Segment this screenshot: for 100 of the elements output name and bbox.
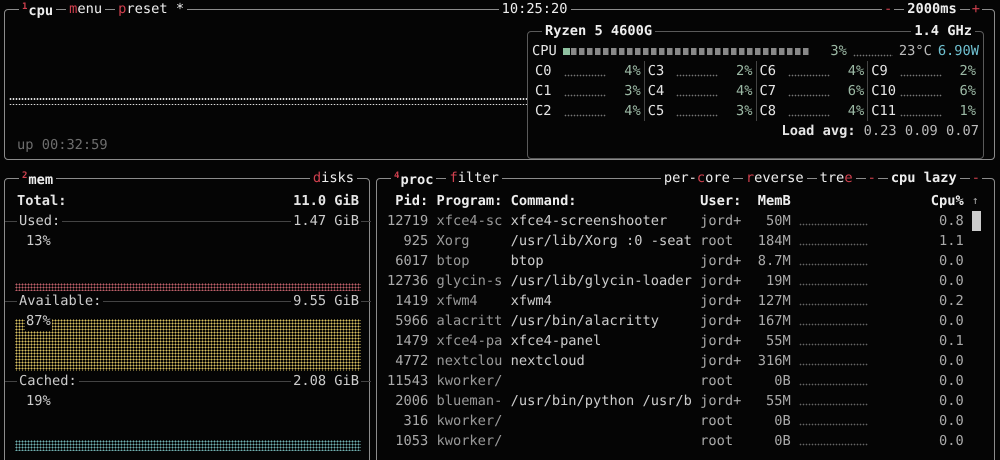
cpu-percent: 3% bbox=[829, 42, 847, 61]
cpu-cell-text: 0.8 bbox=[938, 212, 964, 231]
cpu-label: CPU bbox=[532, 42, 557, 61]
memory-cell-text: 8.7M bbox=[756, 252, 791, 271]
column-header[interactable]: Command: bbox=[510, 191, 692, 211]
cpu-sparkline bbox=[798, 303, 868, 306]
core-label: C9 bbox=[871, 62, 889, 81]
scrollbar-thumb[interactable] bbox=[972, 211, 981, 231]
column-header[interactable]: Program: bbox=[436, 191, 502, 211]
cpu-sparkline bbox=[852, 54, 893, 57]
core-percent: 3% bbox=[735, 102, 752, 121]
core-sparkline bbox=[564, 74, 606, 77]
user-cell-text: jord+ bbox=[700, 312, 742, 331]
core-label: C6 bbox=[760, 62, 777, 81]
memory-cell-text: 184M bbox=[756, 232, 791, 251]
memory-cell-text: 0B bbox=[773, 372, 791, 391]
column-header[interactable]: Cpu% bbox=[922, 191, 964, 211]
cpu-sparkline bbox=[798, 383, 868, 386]
pid-cell-text: 12736 bbox=[387, 272, 428, 291]
core-percent: 6% bbox=[958, 82, 976, 101]
user-cell-text: root bbox=[700, 232, 734, 251]
user-cell-text: jord+ bbox=[700, 352, 742, 371]
cpu-sparkline bbox=[798, 263, 868, 266]
cpu-power: 6.90W bbox=[938, 42, 980, 61]
program-cell-text: kworker/ bbox=[436, 412, 502, 431]
cpu-cell-text: 0.0 bbox=[938, 392, 964, 411]
memory-cell-text: 50M bbox=[765, 212, 791, 231]
program-cell-text: xfce4-pa bbox=[436, 332, 502, 351]
cpu-cell-text: 0.0 bbox=[938, 252, 964, 271]
command-cell-text: /usr/bin/python /usr/b bbox=[510, 392, 692, 411]
command-cell-text: /usr/bin/alacritty bbox=[510, 312, 660, 331]
cpu-cell-text: 0.0 bbox=[938, 412, 964, 431]
command-cell-text: nextcloud bbox=[510, 352, 586, 371]
core-label: C2 bbox=[535, 102, 552, 121]
core-label: C8 bbox=[760, 102, 777, 121]
memory-cell-text: 316M bbox=[756, 352, 791, 371]
sort-arrow-icon: ↑ bbox=[972, 191, 984, 211]
core-percent: 2% bbox=[958, 62, 976, 81]
cpu-sparkline bbox=[798, 443, 868, 446]
column-header[interactable]: Pid: bbox=[387, 191, 428, 211]
core-sparkline bbox=[564, 114, 606, 117]
cpu-cell-text: 0.0 bbox=[938, 352, 964, 371]
total-value: 11.0 GiB bbox=[293, 192, 360, 211]
command-cell-text: /usr/lib/glycin-loader bbox=[510, 272, 692, 291]
cpu-sparkline bbox=[798, 243, 868, 246]
user-cell-text: root bbox=[700, 372, 734, 391]
core-sparkline bbox=[788, 74, 830, 77]
cpu-temperature: 23°C bbox=[898, 42, 932, 61]
core-label: C1 bbox=[535, 82, 552, 101]
pid-cell-text: 4772 bbox=[394, 352, 428, 371]
core-sparkline bbox=[788, 114, 830, 117]
cpu-sparkline bbox=[798, 363, 868, 366]
program-cell-text: kworker/ bbox=[436, 372, 502, 391]
pid-cell-text: 925 bbox=[402, 232, 428, 251]
core-label: C11 bbox=[871, 102, 896, 121]
memory-cell-text: 0B bbox=[773, 412, 791, 431]
memory-cell-text: 167M bbox=[756, 312, 791, 331]
program-cell-text: alacritt bbox=[436, 312, 502, 331]
column-header[interactable]: User: bbox=[700, 191, 742, 211]
program-cell-text: xfwm4 bbox=[436, 292, 479, 311]
core-percent: 1% bbox=[958, 102, 976, 121]
core-percent: 4% bbox=[623, 102, 641, 121]
core-sparkline bbox=[900, 114, 942, 117]
command-cell-text: btop bbox=[510, 252, 545, 271]
column-header[interactable]: MemB bbox=[750, 191, 791, 211]
core-sparkline bbox=[676, 114, 718, 117]
cpu-sparkline bbox=[798, 283, 868, 286]
memory-cell-text: 127M bbox=[756, 292, 791, 311]
program-cell-text: btop bbox=[436, 252, 470, 271]
core-sparkline bbox=[676, 94, 718, 97]
program-cell-text: kworker/ bbox=[436, 432, 502, 451]
memory-cell-text: 55M bbox=[765, 332, 791, 351]
core-percent: 4% bbox=[846, 102, 864, 121]
core-sparkline bbox=[676, 74, 718, 77]
cpu-tab[interactable]: $^{1}$ cpu bbox=[19, 0, 56, 21]
cpu-cell-text: 0.2 bbox=[938, 292, 964, 311]
load-avg-values: 0.23 0.09 0.07 bbox=[864, 122, 979, 141]
program-cell-text: nextclou bbox=[436, 352, 502, 371]
user-cell-text: jord+ bbox=[700, 392, 742, 411]
core-label: C0 bbox=[535, 62, 552, 81]
cpu-sparkline bbox=[798, 323, 868, 326]
memory-cell-text: 19M bbox=[765, 272, 791, 291]
core-percent: 4% bbox=[623, 62, 641, 81]
memory-cell-text: 0B bbox=[773, 432, 791, 451]
core-percent: 4% bbox=[735, 82, 752, 101]
cpu-sparkline bbox=[798, 343, 868, 346]
memory-cell-text: 55M bbox=[765, 392, 791, 411]
pid-cell-text: 316 bbox=[402, 412, 428, 431]
cpu-cell-text: 0.0 bbox=[938, 372, 964, 391]
menu-tab[interactable]: p reset * bbox=[115, 0, 188, 19]
pid-cell-text: 11543 bbox=[387, 372, 428, 391]
core-percent: 3% bbox=[623, 82, 641, 101]
program-cell-text: blueman- bbox=[436, 392, 502, 411]
cpu-sparkline bbox=[798, 223, 868, 226]
core-label: C7 bbox=[760, 82, 777, 101]
core-sparkline bbox=[900, 74, 942, 77]
core-percent: 2% bbox=[735, 62, 752, 81]
command-cell-text: xfwm4 bbox=[510, 292, 553, 311]
cpu-cell-text: 0.1 bbox=[938, 332, 964, 351]
core-sparkline bbox=[564, 94, 606, 97]
